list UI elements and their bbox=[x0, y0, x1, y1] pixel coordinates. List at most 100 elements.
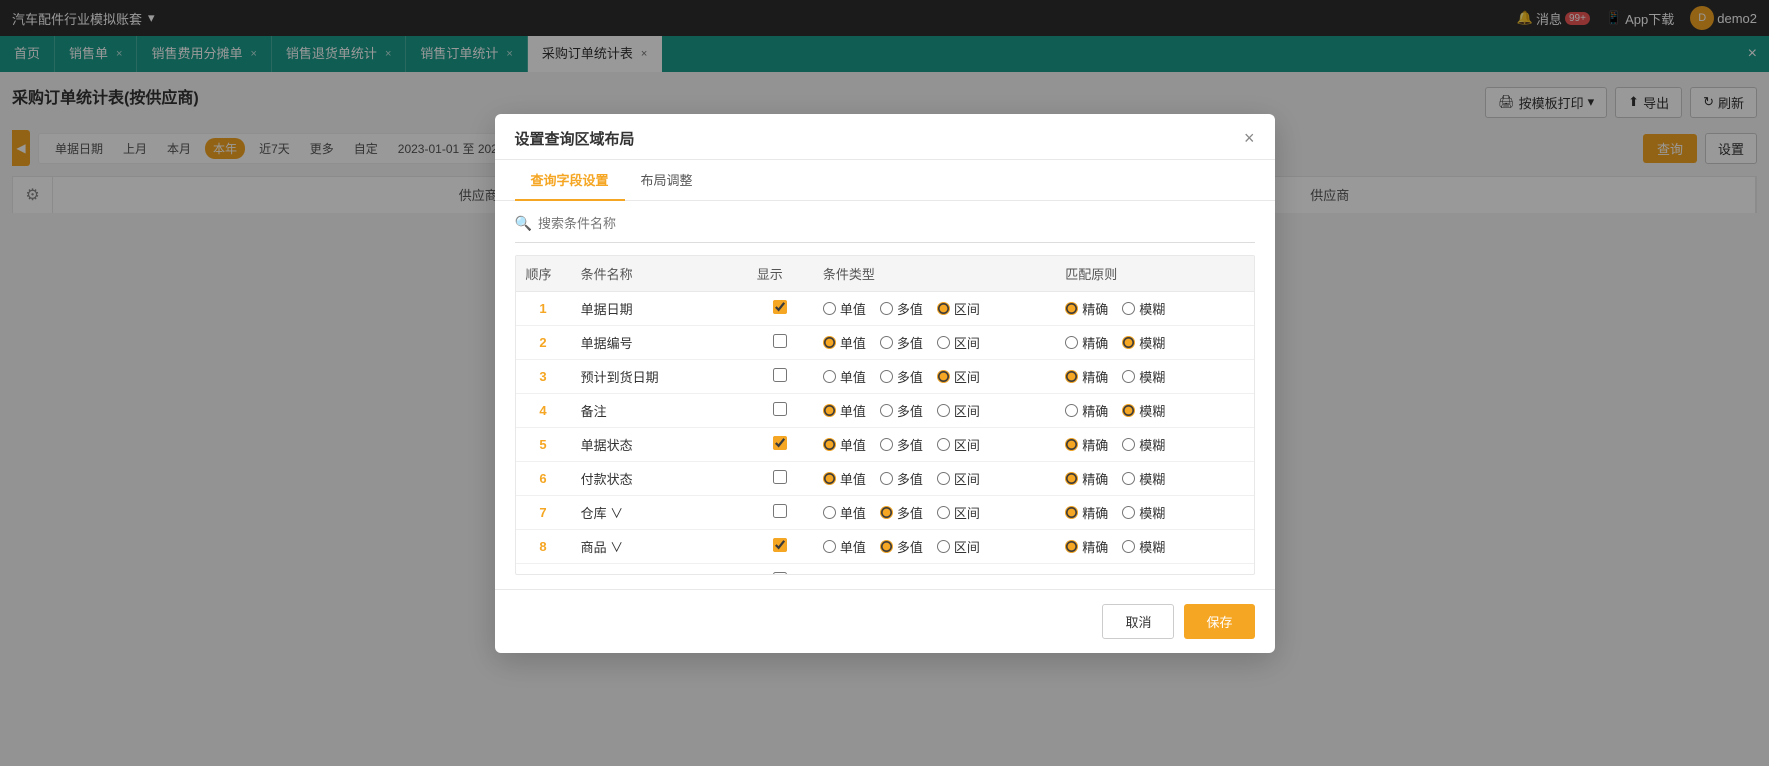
table-row: 4备注 单值多值区间 精确模糊 bbox=[516, 393, 1254, 427]
dialog-body: 🔍 顺序 条件名称 显示 条件类型 匹配原则 bbox=[495, 201, 1275, 589]
save-button[interactable]: 保存 bbox=[1184, 604, 1254, 639]
match-radio-item[interactable]: 模糊 bbox=[1122, 333, 1165, 352]
type-radio-item[interactable]: 单值 bbox=[823, 469, 866, 488]
cell-order: 7 bbox=[516, 495, 571, 529]
match-radio-item[interactable]: 精确 bbox=[1065, 537, 1108, 556]
cell-order: 2 bbox=[516, 325, 571, 359]
match-radio-item[interactable]: 精确 bbox=[1065, 469, 1108, 488]
match-radio-item[interactable]: 模糊 bbox=[1122, 469, 1165, 488]
dialog-footer: 取消 保存 bbox=[495, 589, 1275, 653]
match-radio-item[interactable]: 精确 bbox=[1065, 367, 1108, 386]
cell-name: 单据编号 bbox=[571, 325, 747, 359]
match-radio-item[interactable]: 精确 bbox=[1065, 333, 1108, 352]
type-radio-item[interactable]: 区间 bbox=[937, 537, 980, 556]
show-checkbox[interactable] bbox=[773, 504, 787, 518]
cell-order: 3 bbox=[516, 359, 571, 393]
cell-name: 仓库 ∨ bbox=[571, 495, 747, 529]
dialog-tab-layout[interactable]: 布局调整 bbox=[625, 160, 709, 201]
type-radio-item[interactable]: 单值 bbox=[823, 435, 866, 454]
match-radio-item[interactable]: 模糊 bbox=[1122, 401, 1165, 420]
modal-overlay: 设置查询区域布局 × 查询字段设置 布局调整 🔍 bbox=[0, 0, 1769, 766]
match-radio-item[interactable]: 精确 bbox=[1065, 503, 1108, 522]
cell-type: 单值多值区间 bbox=[813, 495, 1055, 529]
cell-name: 属性 ∨ bbox=[571, 563, 747, 575]
condition-search-input[interactable] bbox=[538, 216, 1255, 231]
dialog-title: 设置查询区域布局 bbox=[515, 128, 635, 149]
show-checkbox[interactable] bbox=[773, 436, 787, 450]
cell-match: 精确模糊 bbox=[1055, 325, 1253, 359]
cell-show[interactable] bbox=[747, 563, 813, 575]
show-checkbox[interactable] bbox=[773, 470, 787, 484]
save-label: 保存 bbox=[1206, 615, 1232, 630]
type-radio-item[interactable]: 区间 bbox=[937, 503, 980, 522]
type-radio-item[interactable]: 区间 bbox=[937, 333, 980, 352]
match-radio-item[interactable]: 模糊 bbox=[1122, 537, 1165, 556]
cell-match: 精确模糊 bbox=[1055, 427, 1253, 461]
show-checkbox[interactable] bbox=[773, 402, 787, 416]
type-radio-item[interactable]: 单值 bbox=[823, 401, 866, 420]
cell-show[interactable] bbox=[747, 461, 813, 495]
settings-dialog: 设置查询区域布局 × 查询字段设置 布局调整 🔍 bbox=[495, 114, 1275, 653]
cell-name: 单据日期 bbox=[571, 291, 747, 325]
dialog-tabs: 查询字段设置 布局调整 bbox=[495, 160, 1275, 201]
type-radio-item[interactable]: 多值 bbox=[880, 435, 923, 454]
cell-name: 付款状态 bbox=[571, 461, 747, 495]
cell-order: 4 bbox=[516, 393, 571, 427]
type-radio-item[interactable]: 多值 bbox=[880, 401, 923, 420]
match-radio-item[interactable]: 模糊 bbox=[1122, 367, 1165, 386]
cell-show[interactable] bbox=[747, 495, 813, 529]
cancel-button[interactable]: 取消 bbox=[1102, 604, 1174, 639]
type-radio-item[interactable]: 区间 bbox=[937, 299, 980, 318]
cell-show[interactable] bbox=[747, 427, 813, 461]
dialog-header: 设置查询区域布局 × bbox=[495, 114, 1275, 160]
match-radio-item[interactable]: 模糊 bbox=[1122, 503, 1165, 522]
match-radio-item[interactable]: 模糊 bbox=[1122, 571, 1165, 575]
show-checkbox[interactable] bbox=[773, 300, 787, 314]
cell-show[interactable] bbox=[747, 529, 813, 563]
table-row: 7仓库 ∨单值多值区间精确模糊 bbox=[516, 495, 1254, 529]
cell-show[interactable] bbox=[747, 359, 813, 393]
match-radio-item[interactable]: 模糊 bbox=[1122, 435, 1165, 454]
type-radio-item[interactable]: 区间 bbox=[937, 401, 980, 420]
cell-name: 备注 bbox=[571, 393, 747, 427]
show-checkbox[interactable] bbox=[773, 572, 787, 575]
conditions-table-scroll: 顺序 条件名称 显示 条件类型 匹配原则 1单据日期单值多值区间精确模糊2单据编… bbox=[515, 255, 1255, 575]
type-radio-item[interactable]: 单值 bbox=[823, 571, 866, 575]
match-radio-item[interactable]: 精确 bbox=[1065, 299, 1108, 318]
show-checkbox[interactable] bbox=[773, 368, 787, 382]
type-radio-item[interactable]: 多值 bbox=[880, 299, 923, 318]
type-radio-item[interactable]: 多值 bbox=[880, 537, 923, 556]
dialog-close-button[interactable]: × bbox=[1244, 128, 1255, 149]
cell-type: 单值多值区间 bbox=[813, 325, 1055, 359]
dialog-tab-query[interactable]: 查询字段设置 bbox=[515, 160, 625, 201]
type-radio-item[interactable]: 多值 bbox=[880, 503, 923, 522]
match-radio-item[interactable]: 精确 bbox=[1065, 571, 1108, 575]
th-show: 显示 bbox=[747, 256, 813, 292]
cell-show[interactable] bbox=[747, 393, 813, 427]
show-checkbox[interactable] bbox=[773, 538, 787, 552]
type-radio-item[interactable]: 多值 bbox=[880, 571, 923, 575]
type-radio-item[interactable]: 区间 bbox=[937, 435, 980, 454]
cancel-label: 取消 bbox=[1125, 615, 1151, 630]
type-radio-item[interactable]: 单值 bbox=[823, 299, 866, 318]
cell-match: 精确模糊 bbox=[1055, 393, 1253, 427]
type-radio-item[interactable]: 区间 bbox=[937, 367, 980, 386]
th-name: 条件名称 bbox=[571, 256, 747, 292]
condition-search-row: 🔍 bbox=[515, 215, 1255, 243]
type-radio-item[interactable]: 多值 bbox=[880, 367, 923, 386]
type-radio-item[interactable]: 单值 bbox=[823, 503, 866, 522]
cell-name: 商品 ∨ bbox=[571, 529, 747, 563]
type-radio-item[interactable]: 单值 bbox=[823, 333, 866, 352]
match-radio-item[interactable]: 精确 bbox=[1065, 435, 1108, 454]
match-radio-item[interactable]: 模糊 bbox=[1122, 299, 1165, 318]
cell-show[interactable] bbox=[747, 325, 813, 359]
type-radio-item[interactable]: 单值 bbox=[823, 537, 866, 556]
type-radio-item[interactable]: 多值 bbox=[880, 469, 923, 488]
cell-show[interactable] bbox=[747, 291, 813, 325]
match-radio-item[interactable]: 精确 bbox=[1065, 401, 1108, 420]
type-radio-item[interactable]: 单值 bbox=[823, 367, 866, 386]
type-radio-item[interactable]: 区间 bbox=[937, 571, 980, 575]
show-checkbox[interactable] bbox=[773, 334, 787, 348]
type-radio-item[interactable]: 区间 bbox=[937, 469, 980, 488]
type-radio-item[interactable]: 多值 bbox=[880, 333, 923, 352]
